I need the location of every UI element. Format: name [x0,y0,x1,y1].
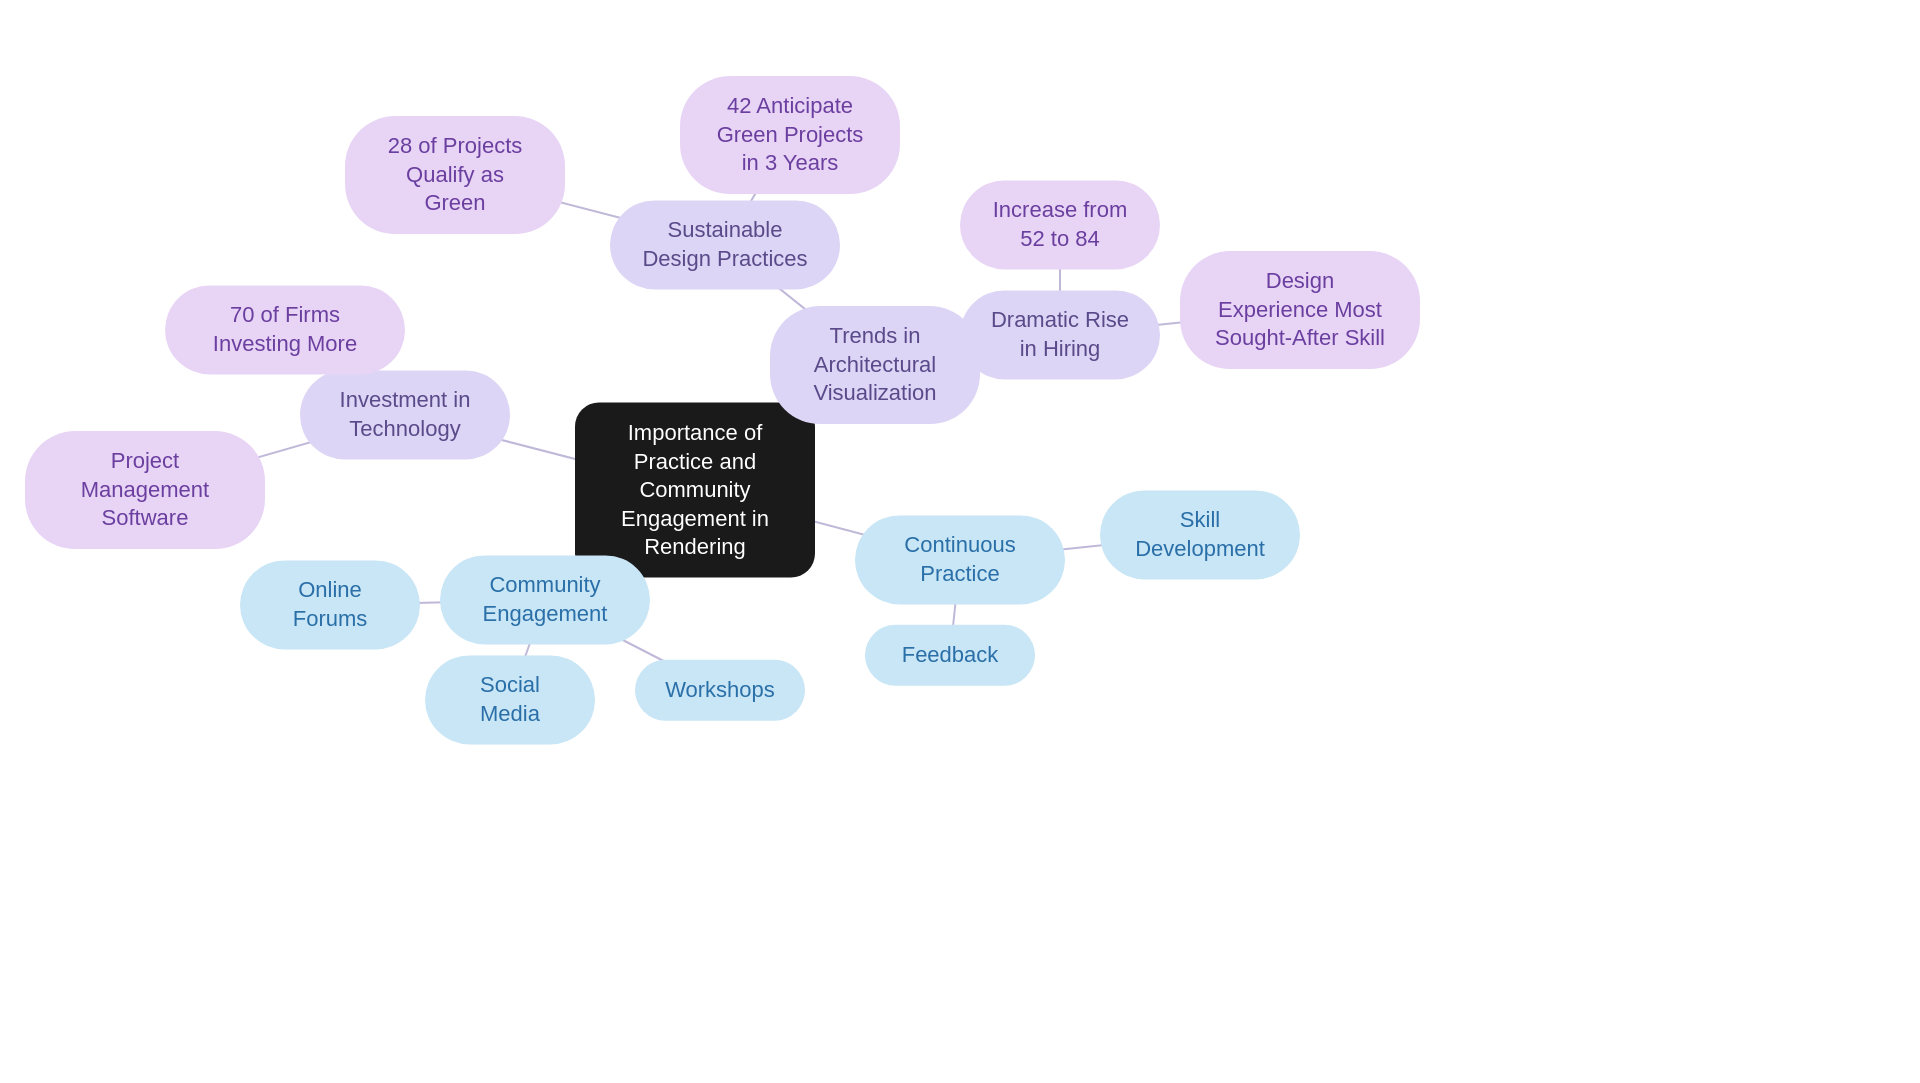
node-sustainable[interactable]: Sustainable Design Practices [610,200,840,289]
node-green-projects[interactable]: 42 Anticipate Green Projects in 3 Years [680,76,900,194]
node-workshops[interactable]: Workshops [635,660,805,721]
node-dramatic-hiring[interactable]: Dramatic Rise in Hiring [960,290,1160,379]
node-project-mgmt[interactable]: Project Management Software [25,431,265,549]
node-trends-arch[interactable]: Trends in Architectural Visualization [770,306,980,424]
node-social-media[interactable]: Social Media [425,655,595,744]
node-community-eng[interactable]: Community Engagement [440,555,650,644]
node-firms-investing[interactable]: 70 of Firms Investing More [165,285,405,374]
node-qualify-green[interactable]: 28 of Projects Qualify as Green [345,116,565,234]
node-skill-dev[interactable]: Skill Development [1100,490,1300,579]
node-investment-tech[interactable]: Investment in Technology [300,370,510,459]
node-feedback[interactable]: Feedback [865,625,1035,686]
node-online-forums[interactable]: Online Forums [240,560,420,649]
node-continuous-practice[interactable]: Continuous Practice [855,515,1065,604]
center-node[interactable]: Importance of Practice and Community Eng… [575,403,815,578]
node-increase-52-84[interactable]: Increase from 52 to 84 [960,180,1160,269]
node-design-exp[interactable]: Design Experience Most Sought-After Skil… [1180,251,1420,369]
